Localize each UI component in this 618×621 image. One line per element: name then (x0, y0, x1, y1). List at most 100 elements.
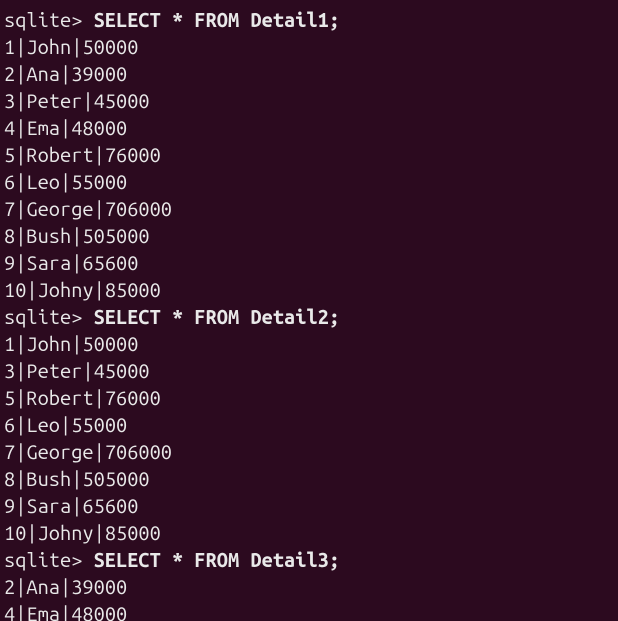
column-separator: | (15, 332, 26, 355)
row-value: 505000 (82, 224, 149, 247)
sqlite-prompt: sqlite> (4, 548, 82, 571)
column-separator: | (15, 386, 26, 409)
row-value: 50000 (82, 35, 138, 58)
row-value: 45000 (94, 89, 150, 112)
result-row: 2|Ana|39000 (4, 60, 610, 87)
result-row: 8|Bush|505000 (4, 465, 610, 492)
row-value: 45000 (94, 359, 150, 382)
column-separator: | (71, 467, 82, 490)
result-row: 5|Robert|76000 (4, 384, 610, 411)
result-row: 6|Leo|55000 (4, 168, 610, 195)
column-separator: | (82, 89, 93, 112)
result-row: 3|Peter|45000 (4, 357, 610, 384)
sqlite-prompt: sqlite> (4, 8, 82, 31)
row-id: 10 (4, 278, 26, 301)
row-name: John (26, 332, 71, 355)
row-name: Bush (26, 467, 71, 490)
row-name: Leo (26, 413, 60, 436)
column-separator: | (71, 35, 82, 58)
column-separator: | (71, 494, 82, 517)
row-name: George (26, 440, 93, 463)
column-separator: | (15, 251, 26, 274)
result-row: 5|Robert|76000 (4, 141, 610, 168)
column-separator: | (71, 224, 82, 247)
column-separator: | (15, 413, 26, 436)
row-id: 3 (4, 359, 15, 382)
column-separator: | (15, 143, 26, 166)
column-separator: | (60, 602, 71, 621)
row-value: 50000 (82, 332, 138, 355)
result-row: 9|Sara|65600 (4, 492, 610, 519)
row-name: George (26, 197, 93, 220)
row-id: 9 (4, 494, 15, 517)
row-value: 39000 (71, 575, 127, 598)
terminal[interactable]: sqlite> SELECT * FROM Detail1;1|John|500… (0, 0, 618, 621)
column-separator: | (15, 224, 26, 247)
column-separator: | (15, 197, 26, 220)
result-row: 7|George|706000 (4, 438, 610, 465)
column-separator: | (94, 278, 105, 301)
row-value: 85000 (105, 278, 161, 301)
row-id: 1 (4, 332, 15, 355)
column-separator: | (60, 116, 71, 139)
column-separator: | (15, 170, 26, 193)
row-value: 39000 (71, 62, 127, 85)
result-row: 8|Bush|505000 (4, 222, 610, 249)
column-separator: | (26, 521, 37, 544)
sql-command: SELECT * FROM Detail1; (94, 8, 340, 31)
row-name: Johny (38, 278, 94, 301)
column-separator: | (15, 575, 26, 598)
prompt-line: sqlite> SELECT * FROM Detail2; (4, 303, 610, 330)
column-separator: | (15, 35, 26, 58)
column-separator: | (15, 467, 26, 490)
row-id: 8 (4, 224, 15, 247)
prompt-line: sqlite> SELECT * FROM Detail1; (4, 6, 610, 33)
result-row: 4|Ema|48000 (4, 114, 610, 141)
row-id: 5 (4, 386, 15, 409)
column-separator: | (15, 116, 26, 139)
row-id: 2 (4, 575, 15, 598)
result-row: 3|Peter|45000 (4, 87, 610, 114)
row-name: Peter (26, 359, 82, 382)
column-separator: | (60, 62, 71, 85)
row-name: Sara (26, 251, 71, 274)
row-name: Johny (38, 521, 94, 544)
row-name: Ana (26, 62, 60, 85)
row-name: Leo (26, 170, 60, 193)
row-value: 706000 (105, 197, 172, 220)
row-id: 5 (4, 143, 15, 166)
row-id: 6 (4, 170, 15, 193)
row-value: 85000 (105, 521, 161, 544)
column-separator: | (71, 251, 82, 274)
row-value: 55000 (71, 170, 127, 193)
row-value: 76000 (105, 143, 161, 166)
column-separator: | (15, 89, 26, 112)
column-separator: | (60, 575, 71, 598)
row-id: 1 (4, 35, 15, 58)
row-id: 9 (4, 251, 15, 274)
row-name: Bush (26, 224, 71, 247)
row-value: 65600 (82, 494, 138, 517)
column-separator: | (15, 494, 26, 517)
row-name: Peter (26, 89, 82, 112)
row-name: Ana (26, 575, 60, 598)
column-separator: | (94, 386, 105, 409)
row-id: 7 (4, 440, 15, 463)
result-row: 1|John|50000 (4, 330, 610, 357)
row-id: 8 (4, 467, 15, 490)
result-row: 1|John|50000 (4, 33, 610, 60)
row-value: 48000 (71, 602, 127, 621)
sqlite-prompt: sqlite> (4, 305, 82, 328)
row-name: John (26, 35, 71, 58)
row-value: 48000 (71, 116, 127, 139)
column-separator: | (15, 62, 26, 85)
row-name: Ema (26, 116, 60, 139)
column-separator: | (82, 359, 93, 382)
column-separator: | (94, 197, 105, 220)
result-row: 4|Ema|48000 (4, 600, 610, 621)
row-id: 4 (4, 116, 15, 139)
column-separator: | (26, 278, 37, 301)
column-separator: | (15, 440, 26, 463)
column-separator: | (15, 359, 26, 382)
column-separator: | (60, 413, 71, 436)
